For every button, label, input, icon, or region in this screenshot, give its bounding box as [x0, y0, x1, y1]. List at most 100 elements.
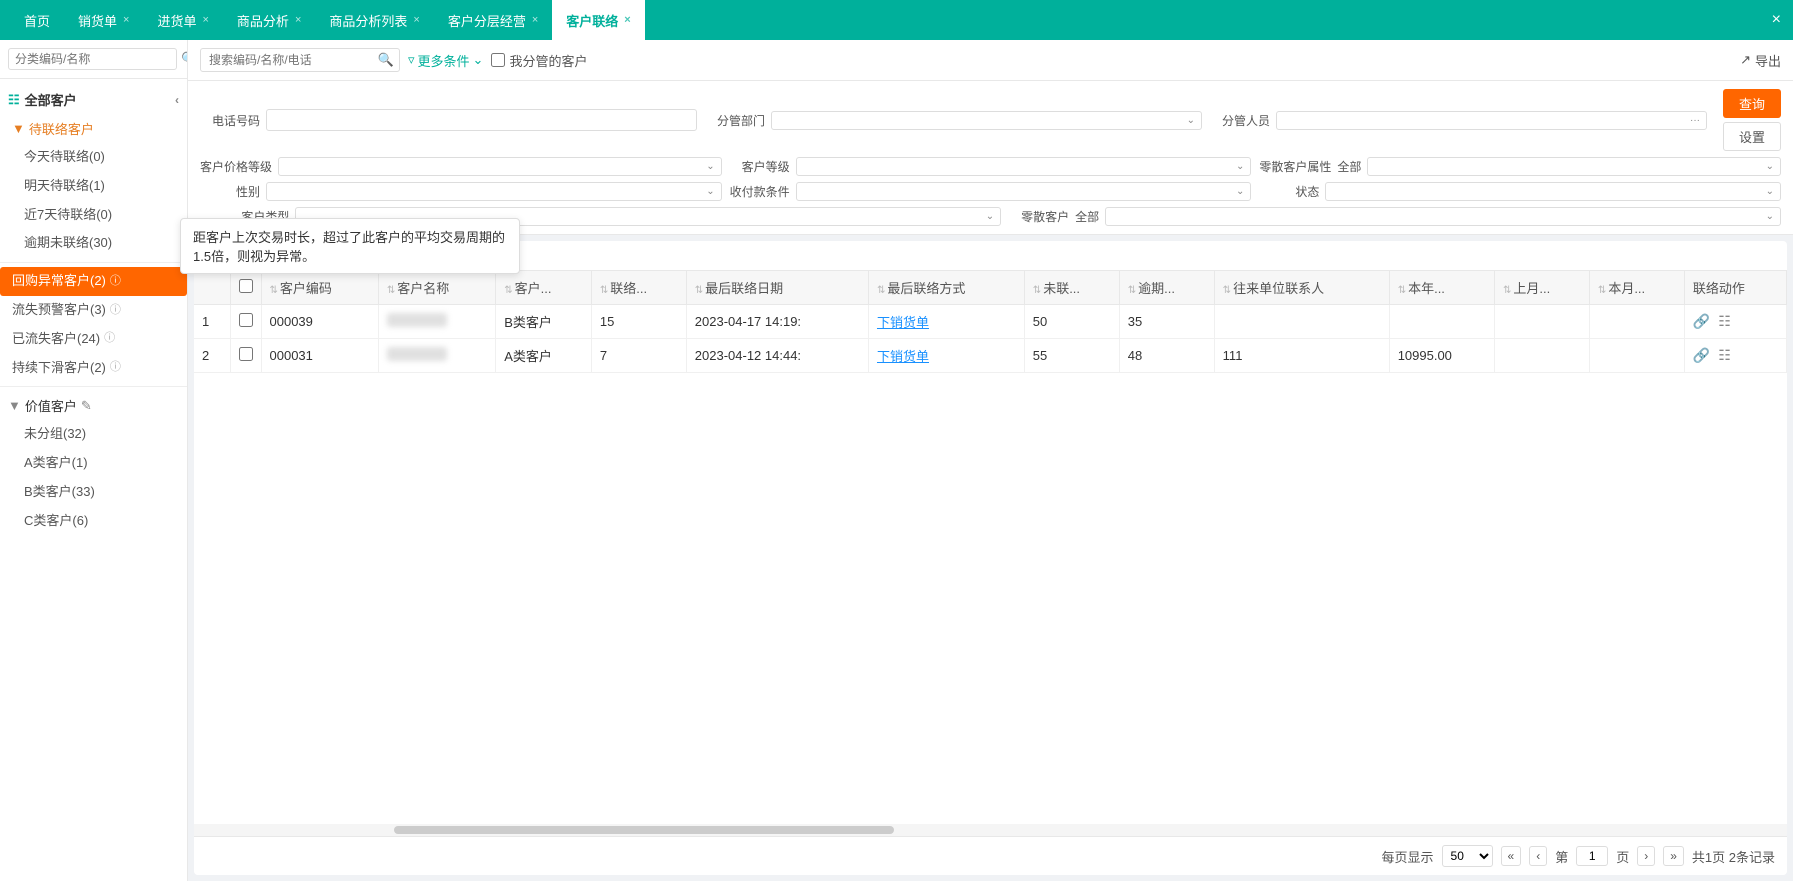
main-layout: 🔍 ☷ 全部客户 ‹ ▼ 待联络客户 今天待联络(0) 明天待联络(1) 近7天… — [0, 40, 1793, 881]
col-this-year[interactable]: ⇅本年... — [1389, 271, 1494, 305]
sidebar-item-tomorrow[interactable]: 明天待联络(1) — [0, 172, 187, 201]
nav-sales-close[interactable]: × — [123, 14, 129, 26]
tooltip-box: 距客户上次交易时长，超过了此客户的平均交易周期的1.5倍，则视为异常。 — [180, 218, 520, 274]
last-page-btn[interactable]: » — [1663, 846, 1684, 866]
sidebar-item-overdue[interactable]: 逾期未联络(30) — [0, 229, 187, 258]
col-this-month[interactable]: ⇅本月... — [1589, 271, 1684, 305]
status-select[interactable]: ⌄ — [1325, 182, 1781, 201]
cust-level-arrow: ⌄ — [1236, 161, 1244, 172]
link-sales-order-1[interactable]: 下销货单 — [877, 315, 929, 330]
my-customers-checkbox[interactable]: 我分管的客户 — [491, 51, 587, 70]
filter-dept-field: 分管部门 ⌄ — [705, 111, 1202, 130]
col-code[interactable]: ⇅客户编码 — [261, 271, 378, 305]
nav-sales[interactable]: 销货单 × — [64, 0, 143, 40]
payment-select[interactable]: ⌄ — [796, 182, 1252, 201]
blurred-name-2 — [387, 347, 447, 361]
cust-level-select[interactable]: ⌄ — [796, 157, 1252, 176]
link-sales-order-2[interactable]: 下销货单 — [877, 349, 929, 364]
blurred-name-1 — [387, 313, 447, 327]
sidebar-item-c-class[interactable]: C类客户(6) — [0, 507, 187, 536]
phone-input[interactable] — [266, 109, 697, 131]
select-all-checkbox[interactable] — [239, 279, 253, 293]
nav-close-all[interactable]: × — [1772, 11, 1781, 29]
sort-icon-last-month: ⇅ — [1503, 285, 1511, 296]
retail-cust-val: 全部 — [1075, 208, 1099, 225]
nav-home[interactable]: 首页 — [10, 0, 64, 40]
sidebar-all-customers[interactable]: ☷ 全部客户 ‹ — [0, 85, 187, 114]
col-company-contact[interactable]: ⇅往来单位联系人 — [1214, 271, 1389, 305]
sidebar-item-lost-warning[interactable]: 流失预警客户(3) ⓘ — [0, 296, 187, 325]
scrollbar-thumb[interactable] — [394, 826, 894, 834]
next-page-btn[interactable]: › — [1637, 846, 1655, 866]
link-icon-1[interactable]: 🔗 — [1693, 313, 1710, 330]
link-icon-2[interactable]: 🔗 — [1693, 347, 1710, 364]
cell-last-method-1: 下销货单 — [868, 305, 1024, 339]
more-conditions-btn[interactable]: ▿ 更多条件 ⌄ — [408, 51, 483, 70]
nav-customer-segment-close[interactable]: × — [532, 14, 538, 26]
prev-page-btn[interactable]: ‹ — [1529, 846, 1547, 866]
query-button[interactable]: 查询 — [1723, 89, 1781, 118]
cell-checkbox-2 — [230, 339, 261, 373]
dept-label: 分管部门 — [705, 112, 765, 129]
sidebar-search-icon[interactable]: 🔍 — [181, 51, 188, 67]
sidebar-value-group[interactable]: ▼ 价值客户 ✎ — [0, 391, 187, 420]
edit-icon[interactable]: ✎ — [81, 398, 92, 414]
retail-attr-select[interactable]: ⌄ — [1367, 157, 1781, 176]
action-icons-2: 🔗 ☷ — [1693, 347, 1778, 364]
nav-product-analysis-list[interactable]: 商品分析列表 × — [315, 0, 433, 40]
grid-icon-2[interactable]: ☷ — [1718, 347, 1731, 364]
first-page-btn[interactable]: « — [1501, 846, 1522, 866]
col-last-month[interactable]: ⇅上月... — [1494, 271, 1589, 305]
dept-select[interactable]: ⌄ — [771, 111, 1202, 130]
export-button[interactable]: ↗ 导出 — [1740, 51, 1781, 70]
table-scroll-wrap[interactable]: ⇅客户编码 ⇅客户名称 ⇅客户... ⇅联络... ⇅最后联络日期 ⇅最后联络方… — [194, 271, 1787, 824]
grid-icon-1[interactable]: ☷ — [1718, 313, 1731, 330]
page-number-input[interactable] — [1576, 846, 1608, 866]
sidebar-item-declining[interactable]: 持续下滑客户(2) ⓘ — [0, 354, 187, 383]
dept-select-arrow: ⌄ — [1187, 115, 1195, 126]
col-uncontacted[interactable]: ⇅未联... — [1024, 271, 1119, 305]
col-contact-count[interactable]: ⇅联络... — [591, 271, 686, 305]
sidebar-item-today[interactable]: 今天待联络(0) — [0, 143, 187, 172]
nav-product-analysis[interactable]: 商品分析 × — [223, 0, 315, 40]
sidebar-group-waiting[interactable]: ▼ 待联络客户 — [0, 114, 187, 143]
retail-attr-value: 全部 — [1337, 158, 1361, 175]
cell-overdue-1: 35 — [1119, 305, 1214, 339]
filter-search-input[interactable] — [200, 48, 400, 72]
price-level-select[interactable]: ⌄ — [278, 157, 722, 176]
sidebar-item-lost-customers[interactable]: 已流失客户(24) ⓘ — [0, 325, 187, 354]
nav-customer-contact[interactable]: 客户联络 × — [552, 0, 644, 40]
person-label: 分管人员 — [1210, 112, 1270, 129]
col-last-date[interactable]: ⇅最后联络日期 — [686, 271, 868, 305]
col-last-method[interactable]: ⇅最后联络方式 — [868, 271, 1024, 305]
sidebar-collapse-btn[interactable]: ‹ — [175, 93, 179, 107]
nav-customer-contact-close[interactable]: × — [624, 14, 630, 26]
sidebar-item-7days[interactable]: 近7天待联络(0) — [0, 201, 187, 230]
row-checkbox-1[interactable] — [239, 313, 253, 327]
horizontal-scrollbar[interactable] — [194, 824, 1787, 836]
nav-customer-segment[interactable]: 客户分层经营 × — [434, 0, 552, 40]
nav-product-analysis-close[interactable]: × — [295, 14, 301, 26]
col-index — [194, 271, 230, 305]
sort-icon-cust-type: ⇅ — [504, 285, 512, 296]
col-cust-type[interactable]: ⇅客户... — [496, 271, 592, 305]
sidebar-search-input[interactable] — [8, 48, 177, 70]
sidebar-item-b-class[interactable]: B类客户(33) — [0, 478, 187, 507]
col-overdue[interactable]: ⇅逾期... — [1119, 271, 1214, 305]
adv-filter-row-3: 性别 ⌄ 收付款条件 ⌄ 状态 — [200, 182, 1781, 201]
col-name[interactable]: ⇅客户名称 — [378, 271, 495, 305]
nav-purchase[interactable]: 进货单 × — [143, 0, 222, 40]
row-checkbox-2[interactable] — [239, 347, 253, 361]
nav-product-analysis-list-close[interactable]: × — [413, 14, 419, 26]
per-page-select[interactable]: 50 100 — [1442, 845, 1493, 867]
person-select[interactable]: ··· — [1276, 111, 1707, 130]
retail-cust-select[interactable]: ⌄ — [1105, 207, 1781, 226]
gender-select[interactable]: ⌄ — [266, 182, 722, 201]
my-customers-check[interactable] — [491, 53, 505, 67]
settings-button[interactable]: 设置 — [1723, 122, 1781, 151]
nav-purchase-close[interactable]: × — [202, 14, 208, 26]
sidebar-item-unclassified[interactable]: 未分组(32) — [0, 420, 187, 449]
sidebar-item-a-class[interactable]: A类客户(1) — [0, 449, 187, 478]
sidebar-item-repurchase-anomaly[interactable]: 回购异常客户(2) ⓘ — [0, 267, 187, 296]
filter-search-icon[interactable]: 🔍 — [378, 52, 394, 68]
